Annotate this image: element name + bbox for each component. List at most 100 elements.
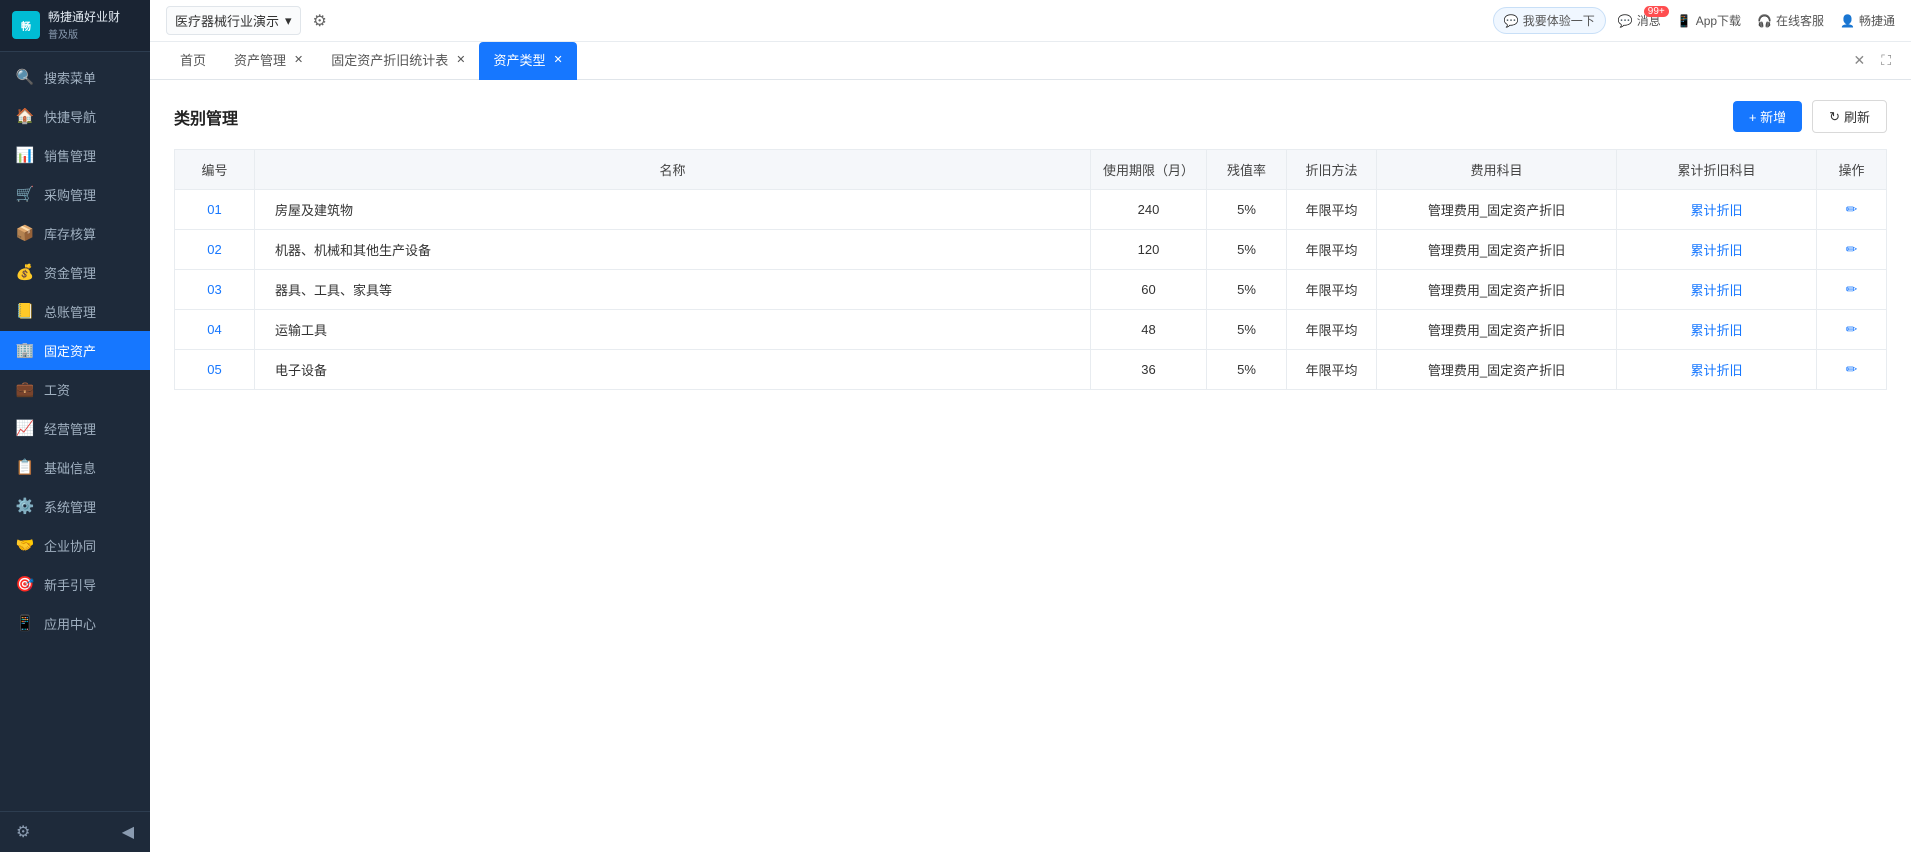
sidebar-icon-sales: 📊 [16,146,34,164]
topbar-label-customer-service: 在线客服 [1776,12,1824,29]
sidebar-item-system[interactable]: ⚙️ 系统管理 [0,487,150,526]
tab-depreciation-table[interactable]: 固定资产折旧统计表 ✕ [317,42,479,80]
sidebar-icon-system: ⚙️ [16,497,34,515]
tab-home[interactable]: 首页 [166,42,220,80]
cell-code-0: 01 [175,190,255,230]
edit-button-4[interactable]: ✏ [1846,361,1858,377]
table-wrapper: 编号 名称 使用期限（月） 残值率 折旧方法 费用科目 累计折旧科目 操作 01… [174,149,1887,390]
tab-close-depreciation-table[interactable]: ✕ [456,53,465,66]
app-title: 畅捷通好业财 [48,10,120,26]
edit-button-1[interactable]: ✏ [1846,241,1858,257]
tab-label-asset-mgmt: 资产管理 [234,50,286,69]
tab-label-depreciation-table: 固定资产折旧统计表 [331,50,448,69]
edit-button-2[interactable]: ✏ [1846,281,1858,297]
refresh-button[interactable]: ↻ 刷新 [1812,100,1887,133]
cell-accumulation-3: 累计折旧 [1617,310,1817,350]
sidebar-label-purchase: 采购管理 [44,185,96,204]
sidebar: 畅 畅捷通好业财 普及版 🔍 搜索菜单 🏠 快捷导航 📊 销售管理 🛒 采购管理… [0,0,150,852]
topbar-customer-service[interactable]: 🎧 在线客服 [1757,12,1824,29]
dropdown-icon: ▾ [285,13,292,29]
cell-code-4: 05 [175,350,255,390]
cell-accumulation-0: 累计折旧 [1617,190,1817,230]
cell-residual-0: 5% [1207,190,1287,230]
edit-button-0[interactable]: ✏ [1846,201,1858,217]
cell-residual-1: 5% [1207,230,1287,270]
cell-residual-2: 5% [1207,270,1287,310]
sidebar-label-app-center: 应用中心 [44,614,96,633]
sidebar-label-salary: 工资 [44,380,70,399]
window-expand-button[interactable]: ⛶ [1877,50,1895,71]
col-header-code: 编号 [175,150,255,190]
sidebar-label-operation: 经营管理 [44,419,96,438]
accum-link-3[interactable]: 累计折旧 [1690,323,1742,338]
tab-close-asset-type[interactable]: ✕ [554,53,563,66]
cell-expense-1: 管理费用_固定资产折旧 [1377,230,1617,270]
tab-asset-mgmt[interactable]: 资产管理 ✕ [220,42,317,80]
cell-period-0: 240 [1090,190,1206,230]
table-row: 03 器具、工具、家具等 60 5% 年限平均 管理费用_固定资产折旧 累计折旧… [175,270,1887,310]
table-row: 02 机器、机械和其他生产设备 120 5% 年限平均 管理费用_固定资产折旧 … [175,230,1887,270]
sidebar-icon-quick-nav: 🏠 [16,107,34,125]
col-header-method: 折旧方法 [1287,150,1377,190]
cell-period-2: 60 [1090,270,1206,310]
cell-period-3: 48 [1090,310,1206,350]
topbar-message[interactable]: 💬 消息 99 [1618,12,1661,29]
page-title: 类别管理 [174,105,238,129]
cell-period-1: 120 [1090,230,1206,270]
cell-action-4: ✏ [1817,350,1887,390]
settings-icon[interactable]: ⚙ [16,822,30,842]
sidebar-item-guide[interactable]: 🎯 新手引导 [0,565,150,604]
sidebar-item-quick-nav[interactable]: 🏠 快捷导航 [0,97,150,136]
cell-name-2: 器具、工具、家具等 [255,270,1091,310]
accum-link-2[interactable]: 累计折旧 [1690,283,1742,298]
cell-action-2: ✏ [1817,270,1887,310]
sidebar-item-operation[interactable]: 📈 经营管理 [0,409,150,448]
accum-link-0[interactable]: 累计折旧 [1690,203,1742,218]
sidebar-icon-app-center: 📱 [16,614,34,632]
topbar-user[interactable]: 👤 畅捷通 [1840,12,1895,29]
sidebar-label-quick-nav: 快捷导航 [44,107,96,126]
sidebar-item-search[interactable]: 🔍 搜索菜单 [0,58,150,97]
cell-name-3: 运输工具 [255,310,1091,350]
sidebar-item-capital[interactable]: 💰 资金管理 [0,253,150,292]
topbar-gear-icon[interactable]: ⚙ [313,11,327,31]
col-header-action: 操作 [1817,150,1887,190]
sidebar-label-cooperation: 企业协同 [44,536,96,555]
category-table: 编号 名称 使用期限（月） 残值率 折旧方法 费用科目 累计折旧科目 操作 01… [174,149,1887,390]
tabs-bar: 首页 资产管理 ✕ 固定资产折旧统计表 ✕ 资产类型 ✕ ✕ ⛶ [150,42,1911,80]
cell-code-3: 04 [175,310,255,350]
topbar-app-download[interactable]: 📱 App下载 [1677,12,1741,29]
sidebar-item-sales[interactable]: 📊 销售管理 [0,136,150,175]
cell-method-0: 年限平均 [1287,190,1377,230]
tab-label-home: 首页 [180,50,206,69]
sidebar-item-ledger[interactable]: 📒 总账管理 [0,292,150,331]
tab-asset-type[interactable]: 资产类型 ✕ [479,42,576,80]
cell-code-1: 02 [175,230,255,270]
col-header-residual: 残值率 [1207,150,1287,190]
accum-link-4[interactable]: 累计折旧 [1690,363,1742,378]
tab-close-asset-mgmt[interactable]: ✕ [294,53,303,66]
sidebar-footer: ⚙ ◀ [0,811,150,852]
sidebar-item-cooperation[interactable]: 🤝 企业协同 [0,526,150,565]
col-header-period: 使用期限（月） [1090,150,1206,190]
sidebar-item-fixed-assets[interactable]: 🏢 固定资产 [0,331,150,370]
edit-button-3[interactable]: ✏ [1846,321,1858,337]
sidebar-label-inventory: 库存核算 [44,224,96,243]
accum-link-1[interactable]: 累计折旧 [1690,243,1742,258]
add-button[interactable]: + 新增 [1733,101,1802,132]
sidebar-item-app-center[interactable]: 📱 应用中心 [0,604,150,643]
topbar-icon-user: 👤 [1840,14,1855,28]
sidebar-item-salary[interactable]: 💼 工资 [0,370,150,409]
cell-expense-3: 管理费用_固定资产折旧 [1377,310,1617,350]
sidebar-item-purchase[interactable]: 🛒 采购管理 [0,175,150,214]
feedback-button[interactable]: 💬 我要体验一下 [1493,7,1606,34]
main-area: 医疗器械行业演示 ▾ ⚙ 💬 我要体验一下 💬 消息 99 📱 App下载 🎧 … [150,0,1911,852]
topbar-right: 💬 消息 99 📱 App下载 🎧 在线客服 👤 畅捷通 [1618,12,1895,29]
sidebar-item-basic-info[interactable]: 📋 基础信息 [0,448,150,487]
refresh-label: 刷新 [1844,107,1870,126]
cell-method-4: 年限平均 [1287,350,1377,390]
window-close-button[interactable]: ✕ [1849,50,1869,71]
sidebar-item-inventory[interactable]: 📦 库存核算 [0,214,150,253]
collapse-icon[interactable]: ◀ [122,822,134,842]
company-selector[interactable]: 医疗器械行业演示 ▾ [166,6,301,35]
